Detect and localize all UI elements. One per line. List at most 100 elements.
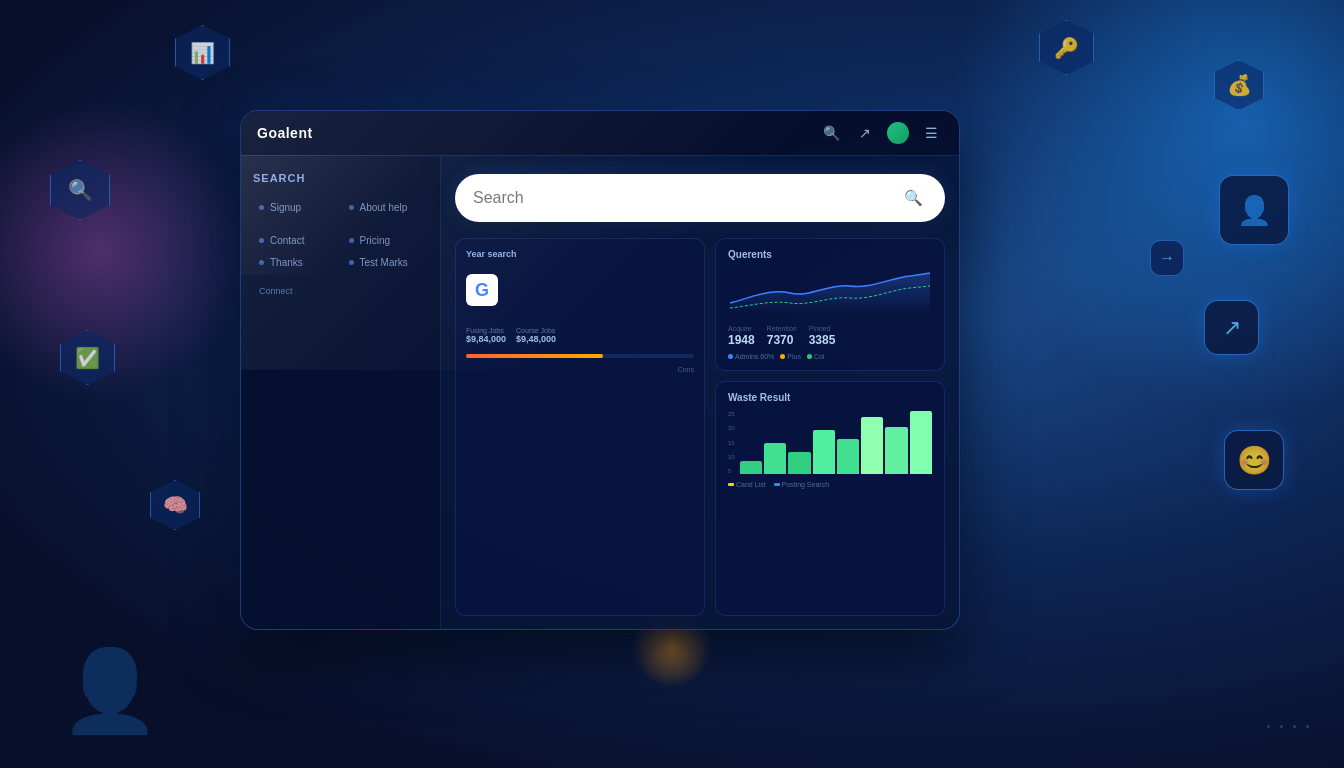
stat-value-pinned: 3385 xyxy=(809,333,836,347)
google-logo: G xyxy=(466,274,498,306)
sidebar-item-thanks[interactable]: Thanks xyxy=(253,253,339,272)
line-chart-svg xyxy=(728,268,932,313)
right-content: 🔍 Year search G xyxy=(441,156,959,630)
y-label-15: 15 xyxy=(728,440,735,446)
legend-text-admins: Admins 60% xyxy=(735,353,774,360)
amount-item-2: Course Jobs $9,48,000 xyxy=(516,327,556,344)
amount-label-2: Course Jobs xyxy=(516,327,556,334)
legend-line-posting xyxy=(774,483,780,486)
legend-cand-list: Cand List xyxy=(728,481,766,488)
sidebar-dot xyxy=(259,260,264,265)
waste-bar-1 xyxy=(740,461,762,474)
sidebar-label-contact: Contact xyxy=(270,235,304,246)
legend-text-posting: Posting Search xyxy=(782,481,829,488)
legend-posting-search: Posting Search xyxy=(774,481,829,488)
year-search-amounts: Fusing Jobs $9,84,000 Course Jobs $9,48,… xyxy=(466,327,694,344)
sidebar-row-1: Signup About help xyxy=(253,198,428,217)
sidebar-section-2: Contact Pricing Thanks Test Marks xyxy=(253,231,428,272)
amount-item-1: Fusing Jobs $9,84,000 xyxy=(466,327,506,344)
sidebar-label-about: About help xyxy=(360,202,408,213)
app-logo: Goalent xyxy=(257,125,313,141)
currents-card: Querents xyxy=(715,238,945,371)
stat-value-retention: 7370 xyxy=(767,333,797,347)
main-window: Goalent 🔍 ↗ ☰ Search Signup About hel xyxy=(240,110,960,630)
outer-person-icon: 👤 xyxy=(1219,175,1289,245)
waste-bar-2 xyxy=(764,443,786,475)
legend-line-candlist xyxy=(728,483,734,486)
connect-label: Connect xyxy=(253,286,428,296)
top-bar: Goalent 🔍 ↗ ☰ xyxy=(241,111,959,156)
bars-container xyxy=(740,411,932,474)
legend-admins: Admins 60% xyxy=(728,353,774,360)
search-area: 🔍 xyxy=(455,170,945,226)
legend-dot-admins xyxy=(728,354,733,359)
topbar-avatar[interactable] xyxy=(887,122,909,144)
amount-value-1: $9,84,000 xyxy=(466,334,506,344)
sidebar-item-about[interactable]: About help xyxy=(343,198,429,217)
sidebar-section-1: Signup About help xyxy=(253,198,428,217)
legend-text-candlist: Cand List xyxy=(736,481,766,488)
small-right-icon-1: → xyxy=(1150,240,1184,276)
stat-acquire: Acquire 1948 xyxy=(728,325,755,347)
y-label-20: 20 xyxy=(728,425,735,431)
search-submit-icon[interactable]: 🔍 xyxy=(899,184,927,212)
charts-section: Year search G xyxy=(455,238,945,616)
top-bar-icons: 🔍 ↗ ☰ xyxy=(819,121,943,145)
y-axis: 25 20 15 10 5 xyxy=(728,411,735,474)
right-panel: Querents xyxy=(715,238,945,616)
legend-text-col: Col xyxy=(814,353,825,360)
waste-bar-4 xyxy=(813,430,835,474)
sidebar-dot xyxy=(349,260,354,265)
topbar-search-icon[interactable]: 🔍 xyxy=(819,121,843,145)
y-label-5: 5 xyxy=(728,468,735,474)
legend-dot-col xyxy=(807,354,812,359)
outer-smile-icon: 😊 xyxy=(1224,430,1284,490)
search-bar[interactable]: 🔍 xyxy=(455,174,945,222)
sidebar-title: Search xyxy=(253,172,428,184)
progress-label-row: Cons xyxy=(466,366,694,373)
legend-text-plus: Plus xyxy=(787,353,801,360)
waste-bar-3 xyxy=(788,452,810,474)
sidebar-label-testmarks: Test Marks xyxy=(360,257,408,268)
left-sidebar: Search Signup About help xyxy=(241,156,441,630)
search-input[interactable] xyxy=(473,189,889,207)
sidebar-item-pricing[interactable]: Pricing xyxy=(343,231,429,250)
waste-result-title: Waste Result xyxy=(728,392,932,403)
waste-bar-7 xyxy=(885,427,907,474)
progress-label: Cons xyxy=(678,366,694,373)
sidebar-item-signup[interactable]: Signup xyxy=(253,198,339,217)
sidebar-row-3: Thanks Test Marks xyxy=(253,253,428,272)
stat-label-retention: Retention xyxy=(767,325,797,332)
year-search-bar-chart xyxy=(506,265,518,315)
progress-track xyxy=(466,354,694,358)
stat-label-acquire: Acquire xyxy=(728,325,755,332)
y-label-25: 25 xyxy=(728,411,735,417)
stat-retention: Retention 7370 xyxy=(767,325,797,347)
sidebar-item-contact[interactable]: Contact xyxy=(253,231,339,250)
topbar-share-icon[interactable]: ↗ xyxy=(853,121,877,145)
sidebar-dot xyxy=(259,205,264,210)
dot-grid xyxy=(1267,725,1314,728)
year-search-title: Year search xyxy=(466,249,694,259)
waste-legend: Cand List Posting Search xyxy=(728,481,932,488)
stat-numbers: Acquire 1948 Retention 7370 Pinned 3385 xyxy=(728,325,932,347)
waste-bar-8 xyxy=(910,411,932,474)
progress-fill-orange xyxy=(466,354,603,358)
legend-plus: Plus xyxy=(780,353,801,360)
currents-title: Querents xyxy=(728,249,932,260)
topbar-menu-icon[interactable]: ☰ xyxy=(919,121,943,145)
stat-label-pinned: Pinned xyxy=(809,325,836,332)
sidebar-row-2: Contact Pricing xyxy=(253,231,428,250)
sidebar-label-thanks: Thanks xyxy=(270,257,303,268)
year-search-content: G xyxy=(466,265,694,315)
sidebar-dot xyxy=(349,205,354,210)
sidebar-item-testmarks[interactable]: Test Marks xyxy=(343,253,429,272)
sidebar-dot xyxy=(349,238,354,243)
sidebar-label-signup: Signup xyxy=(270,202,301,213)
legend-dot-plus xyxy=(780,354,785,359)
sidebar-label-pricing: Pricing xyxy=(360,235,391,246)
stat-pinned: Pinned 3385 xyxy=(809,325,836,347)
outer-arrow-icon: ↗ xyxy=(1204,300,1259,355)
legend-col: Col xyxy=(807,353,825,360)
amount-value-2: $9,48,000 xyxy=(516,334,556,344)
